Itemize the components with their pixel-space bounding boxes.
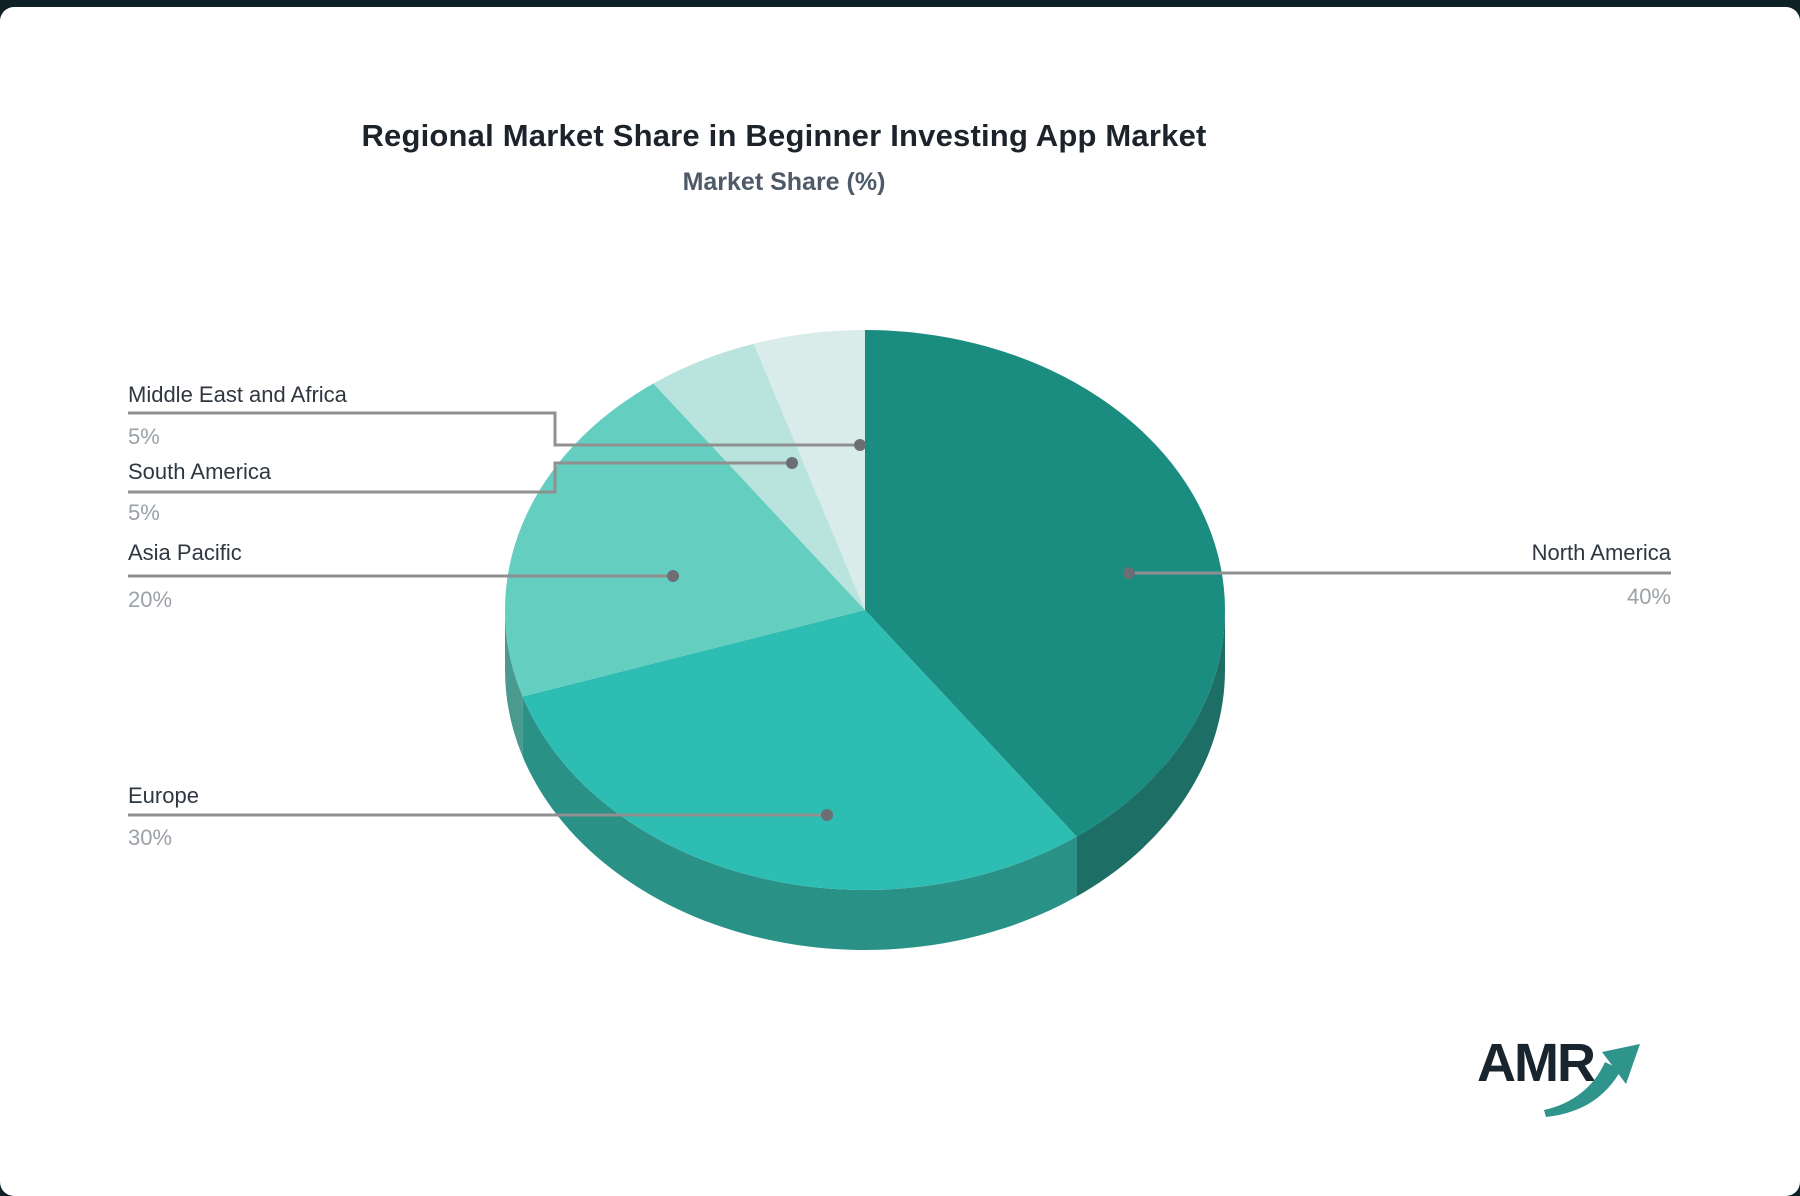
chart-area: Regional Market Share in Beginner Invest… xyxy=(0,0,1800,1196)
amr-logo-arrow-icon xyxy=(1544,1044,1640,1117)
